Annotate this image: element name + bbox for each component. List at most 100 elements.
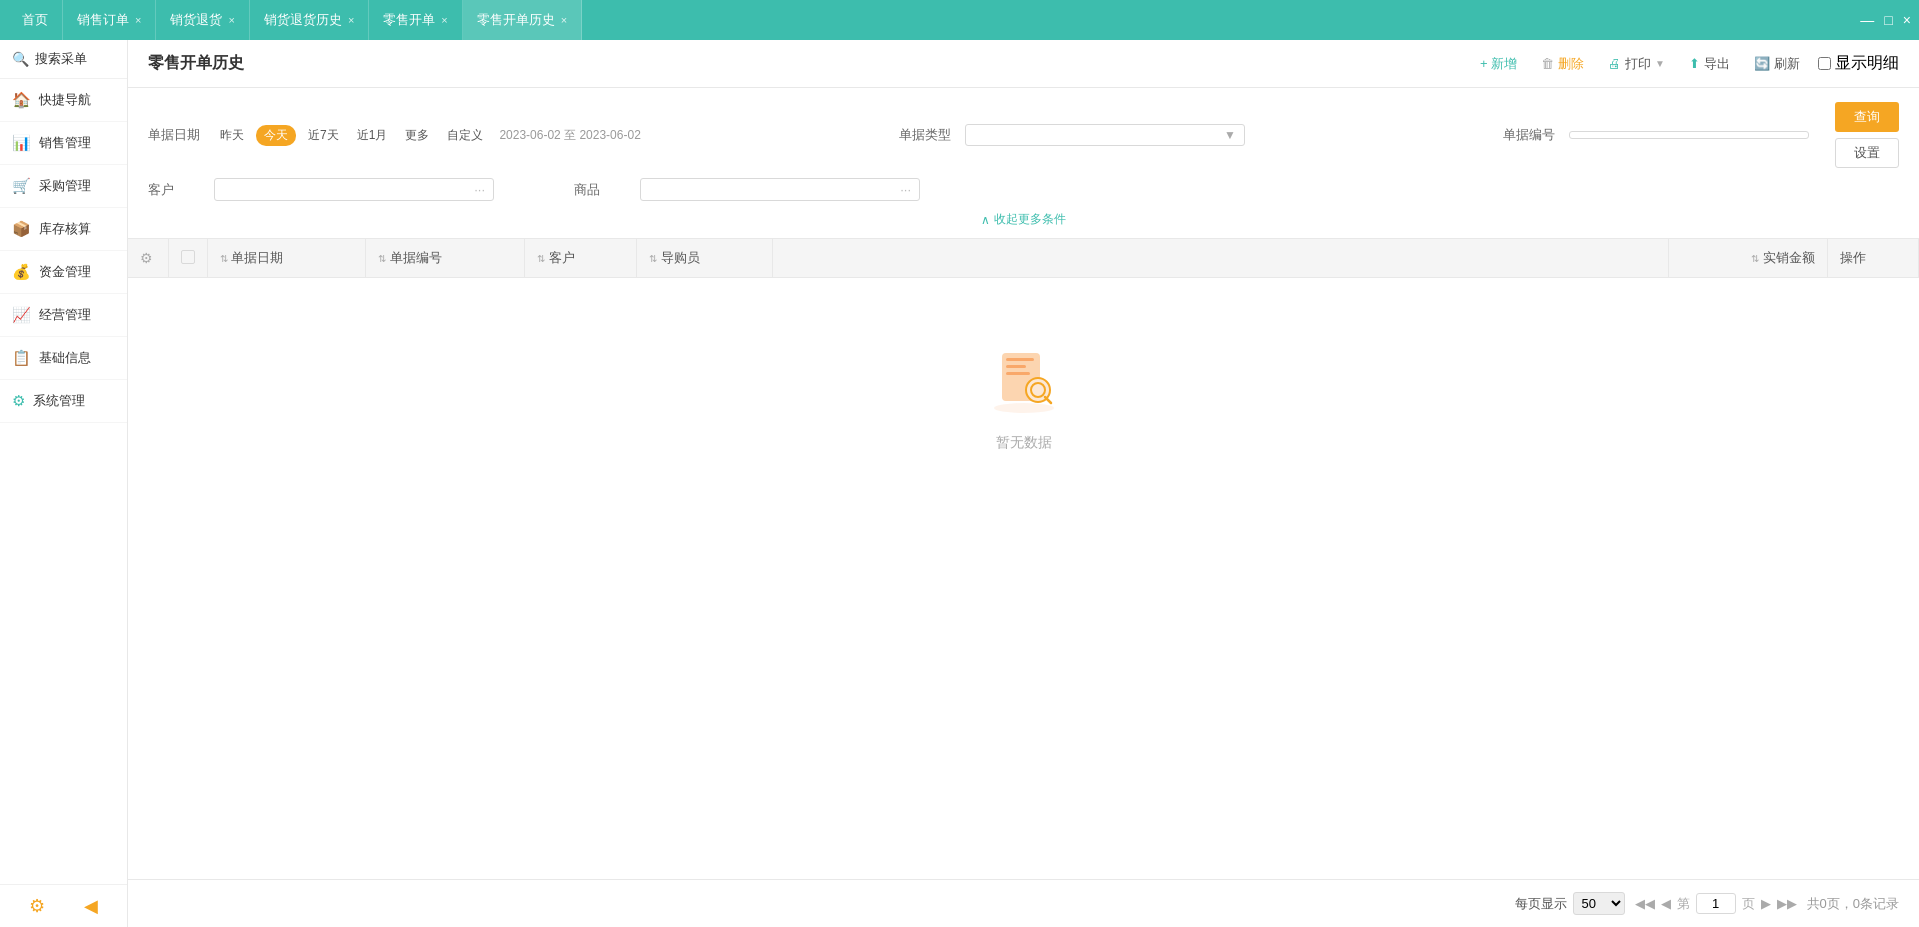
page-title: 零售开单历史 <box>148 53 244 74</box>
refresh-button[interactable]: 🔄 刷新 <box>1748 51 1806 77</box>
sidebar-item-quick-nav[interactable]: 🏠 快捷导航 <box>0 79 127 122</box>
delete-icon: 🗑 <box>1541 56 1554 71</box>
date-option-7days[interactable]: 近7天 <box>302 125 345 146</box>
tab-sales-return-history[interactable]: 销货退货历史 × <box>250 0 369 40</box>
page-header: 零售开单历史 + 新增 🗑 删除 🖨 打印 ▼ ⬆ 导出 <box>128 40 1919 88</box>
sidebar-item-label: 经营管理 <box>39 306 91 324</box>
date-option-custom[interactable]: 自定义 <box>441 125 489 146</box>
customer-input[interactable]: ··· <box>214 178 494 201</box>
tab-home[interactable]: 首页 <box>8 0 63 40</box>
per-page-control: 每页显示 50 10 20 100 <box>1515 892 1625 915</box>
sidebar-item-basic-info[interactable]: 📋 基础信息 <box>0 337 127 380</box>
date-filter: 昨天 今天 近7天 近1月 更多 自定义 2023-06-02 至 2023-0… <box>214 125 641 146</box>
search-icon: 🔍 <box>12 51 29 67</box>
sort-icon: ⇅ <box>649 253 657 264</box>
next-page-button[interactable]: ▶ <box>1761 896 1771 911</box>
bill-no-input[interactable] <box>1569 131 1809 139</box>
sidebar-bottom: ⚙ ◀ <box>0 884 127 927</box>
filter-row-2: 客户 ··· 商品 ··· <box>148 178 1899 201</box>
filter-collapse-button[interactable]: ∧ 收起更多条件 <box>148 211 1899 228</box>
display-detail-checkbox[interactable] <box>1818 57 1831 70</box>
page-label: 第 <box>1677 895 1690 913</box>
close-tab-sales-return-history[interactable]: × <box>348 14 354 26</box>
sort-icon: ⇅ <box>220 253 228 264</box>
col-customer: ⇅ 客户 <box>525 239 637 278</box>
customer-dots: ··· <box>474 182 485 197</box>
sidebar-item-inventory[interactable]: 📦 库存核算 <box>0 208 127 251</box>
date-option-today[interactable]: 今天 <box>256 125 296 146</box>
maximize-button[interactable]: □ <box>1884 12 1892 28</box>
first-page-button[interactable]: ◀◀ <box>1635 896 1655 911</box>
close-tab-sales-order[interactable]: × <box>135 14 141 26</box>
sidebar-item-purchase[interactable]: 🛒 采购管理 <box>0 165 127 208</box>
settings-bottom-icon[interactable]: ⚙ <box>29 895 45 917</box>
sidebar-item-finance[interactable]: 💰 资金管理 <box>0 251 127 294</box>
sort-icon: ⇅ <box>378 253 386 264</box>
empty-icon <box>984 338 1064 418</box>
sales-icon: 📊 <box>12 134 31 152</box>
finance-icon: 💰 <box>12 263 31 281</box>
col-salesperson: ⇅ 导购员 <box>637 239 773 278</box>
delete-button[interactable]: 🗑 删除 <box>1535 51 1590 77</box>
per-page-select[interactable]: 50 10 20 100 <box>1573 892 1625 915</box>
sidebar-item-operations[interactable]: 📈 经营管理 <box>0 294 127 337</box>
date-option-1month[interactable]: 近1月 <box>351 125 394 146</box>
add-button[interactable]: + 新增 <box>1474 51 1523 77</box>
main-layout: 🔍 搜索采单 🏠 快捷导航 📊 销售管理 🛒 采购管理 📦 库存核算 💰 资金管… <box>0 40 1919 927</box>
sidebar-search-label: 搜索采单 <box>35 50 87 68</box>
product-label: 商品 <box>574 181 630 199</box>
bill-type-arrow-icon: ▼ <box>1224 128 1236 142</box>
collapse-icon: ∧ <box>981 213 990 227</box>
sidebar-item-sales[interactable]: 📊 销售管理 <box>0 122 127 165</box>
operations-icon: 📈 <box>12 306 31 324</box>
bill-type-select[interactable]: ▼ <box>965 124 1245 146</box>
sidebar-item-label: 采购管理 <box>39 177 91 195</box>
tab-sales-return[interactable]: 销货退货 × <box>156 0 249 40</box>
close-tab-sales-return[interactable]: × <box>228 14 234 26</box>
date-option-more[interactable]: 更多 <box>399 125 435 146</box>
sidebar-item-label: 销售管理 <box>39 134 91 152</box>
close-tab-retail-history[interactable]: × <box>561 14 567 26</box>
print-icon: 🖨 <box>1608 56 1621 71</box>
action-buttons: 查询 设置 <box>1835 102 1899 168</box>
svg-point-0 <box>994 403 1054 413</box>
display-detail-toggle[interactable]: 显示明细 <box>1818 53 1899 74</box>
tab-retail-history[interactable]: 零售开单历史 × <box>463 0 582 40</box>
print-button[interactable]: 🖨 打印 ▼ <box>1602 51 1671 77</box>
collapse-label: 收起更多条件 <box>994 211 1066 228</box>
minimize-button[interactable]: — <box>1860 12 1874 28</box>
settings-button[interactable]: 设置 <box>1835 138 1899 168</box>
last-page-button[interactable]: ▶▶ <box>1777 896 1797 911</box>
tab-sales-order[interactable]: 销售订单 × <box>63 0 156 40</box>
close-window-button[interactable]: × <box>1903 12 1911 28</box>
col-action: 操作 <box>1827 239 1918 278</box>
home-icon: 🏠 <box>12 91 31 109</box>
table-check-header <box>168 239 207 278</box>
window-controls: — □ × <box>1860 12 1911 28</box>
print-dropdown-icon: ▼ <box>1655 58 1665 69</box>
table-area: ⚙ ⇅ 单据日期 ⇅ 单据编号 <box>128 239 1919 879</box>
select-all-checkbox[interactable] <box>181 250 195 264</box>
date-option-yesterday[interactable]: 昨天 <box>214 125 250 146</box>
tab-retail-open[interactable]: 零售开单 × <box>369 0 462 40</box>
table-column-settings-icon[interactable]: ⚙ <box>140 250 153 266</box>
close-tab-retail-open[interactable]: × <box>441 14 447 26</box>
sidebar-item-label: 库存核算 <box>39 220 91 238</box>
refresh-icon: 🔄 <box>1754 56 1770 71</box>
per-page-label: 每页显示 <box>1515 895 1567 913</box>
export-button[interactable]: ⬆ 导出 <box>1683 51 1736 77</box>
page-number-input[interactable] <box>1696 893 1736 914</box>
page-nav: ◀◀ ◀ 第 页 ▶ ▶▶ <box>1635 893 1797 914</box>
product-input[interactable]: ··· <box>640 178 920 201</box>
sidebar-item-system[interactable]: ⚙ 系统管理 <box>0 380 127 423</box>
collapse-sidebar-icon[interactable]: ◀ <box>84 895 98 917</box>
sidebar-search[interactable]: 🔍 搜索采单 <box>0 40 127 79</box>
col-date: ⇅ 单据日期 <box>207 239 366 278</box>
query-button[interactable]: 查询 <box>1835 102 1899 132</box>
filter-row-1: 单据日期 昨天 今天 近7天 近1月 更多 自定义 2023-06-02 至 2… <box>148 102 1899 168</box>
sort-icon: ⇅ <box>1751 253 1759 264</box>
prev-page-button[interactable]: ◀ <box>1661 896 1671 911</box>
sidebar-item-label: 资金管理 <box>39 263 91 281</box>
system-icon: ⚙ <box>12 392 25 410</box>
bill-no-label: 单据编号 <box>1503 126 1559 144</box>
